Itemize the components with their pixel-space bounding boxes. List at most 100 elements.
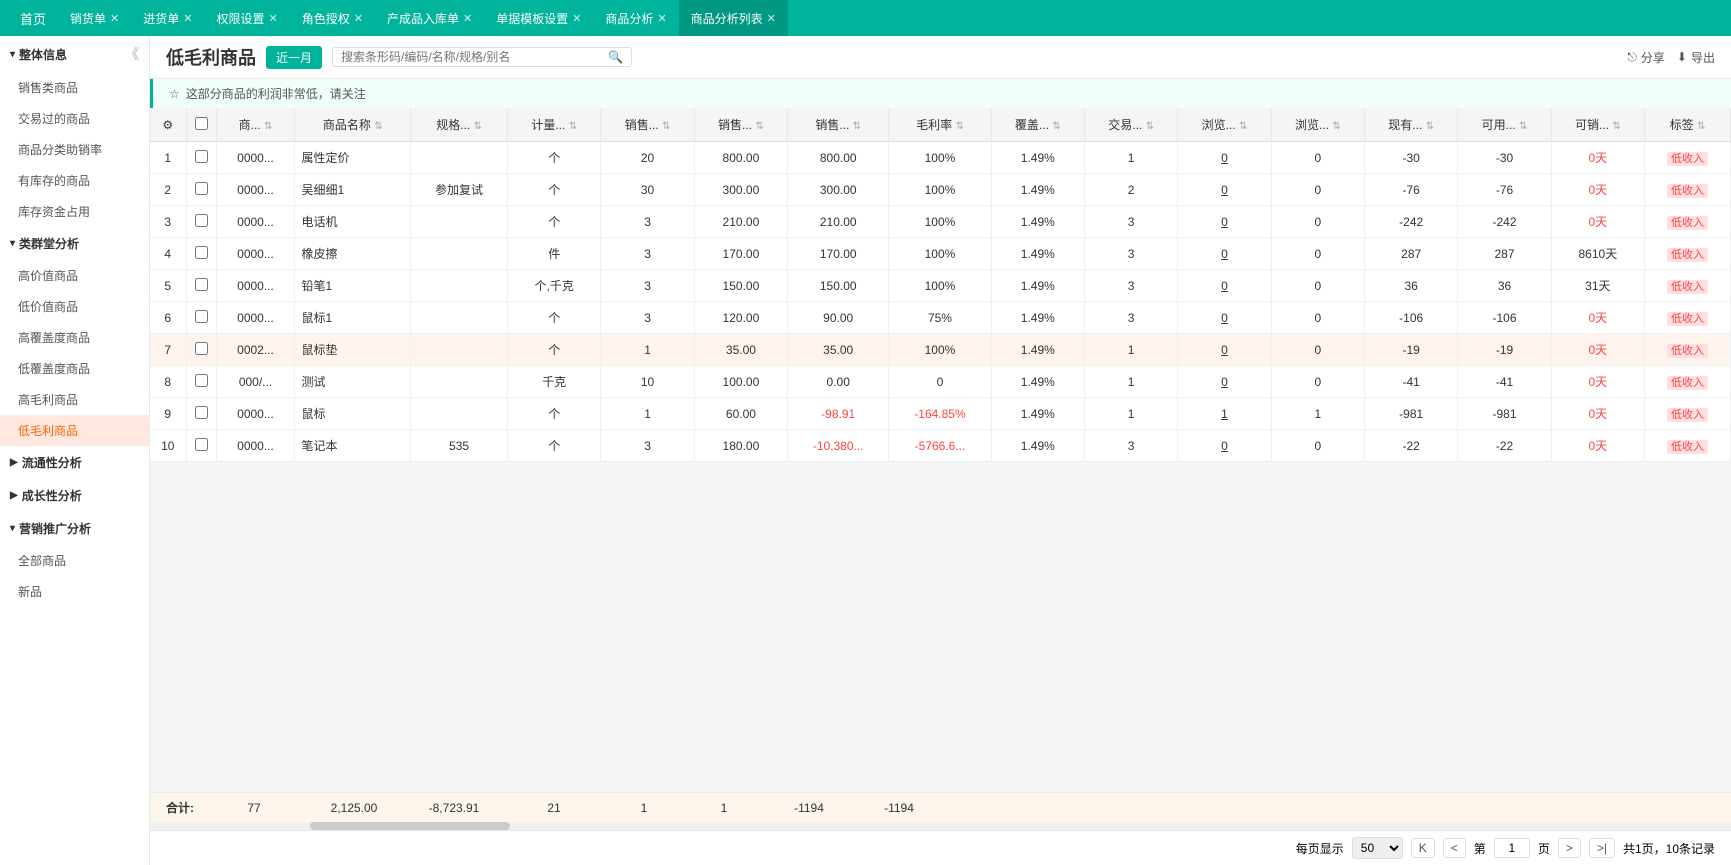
row-checkbox[interactable] [186, 238, 216, 270]
col-sale-amount[interactable]: 销售... ⇅ [694, 108, 787, 142]
nav-close-purchase[interactable]: ✕ [183, 12, 192, 25]
expand-arrow-marketing: ▾ [10, 523, 15, 534]
row-checkbox[interactable] [186, 430, 216, 462]
first-page-button[interactable]: K [1411, 838, 1435, 858]
next-page-button[interactable]: > [1558, 838, 1581, 858]
row-name: 电话机 [295, 206, 411, 238]
col-unit[interactable]: 计量... ⇅ [508, 108, 601, 142]
sidebar-item-high-value[interactable]: 高价值商品 [0, 260, 149, 291]
col-gross-margin[interactable]: 毛利率 ⇅ [889, 108, 991, 142]
nav-role[interactable]: 角色授权 ✕ [290, 0, 375, 36]
sidebar-group-cluster[interactable]: ▾ 类群堂分析 [0, 227, 149, 260]
nav-close-role[interactable]: ✕ [354, 12, 363, 25]
row-checkbox[interactable] [186, 270, 216, 302]
row-current-stock: -981 [1365, 398, 1458, 430]
row-spec: 535 [411, 430, 508, 462]
page-size-select[interactable]: 50 100 200 [1352, 837, 1403, 859]
search-icon[interactable]: 🔍 [608, 50, 623, 64]
nav-close-permission[interactable]: ✕ [269, 12, 278, 25]
col-view1[interactable]: 浏览... ⇅ [1178, 108, 1271, 142]
nav-close-template[interactable]: ✕ [572, 12, 581, 25]
row-view2: 1 [1271, 398, 1364, 430]
nav-product-list[interactable]: 商品分析列表 ✕ [679, 0, 788, 36]
sidebar-item-high-margin[interactable]: 高毛利商品 [0, 384, 149, 415]
row-view1[interactable]: 0 [1178, 366, 1271, 398]
col-sale-count[interactable]: 销售... ⇅ [601, 108, 694, 142]
col-coverage[interactable]: 覆盖... ⇅ [991, 108, 1084, 142]
col-sellable[interactable]: 可销... ⇅ [1551, 108, 1644, 142]
col-available[interactable]: 可用... ⇅ [1458, 108, 1551, 142]
row-view1[interactable]: 1 [1178, 398, 1271, 430]
nav-template[interactable]: 单据模板设置 ✕ [484, 0, 593, 36]
nav-permission[interactable]: 权限设置 ✕ [204, 0, 289, 36]
row-checkbox[interactable] [186, 302, 216, 334]
last-page-button[interactable]: >| [1589, 838, 1615, 858]
col-name[interactable]: 商品名称 ⇅ [295, 108, 411, 142]
col-current-stock[interactable]: 现有... ⇅ [1365, 108, 1458, 142]
row-view1[interactable]: 0 [1178, 430, 1271, 462]
row-checkbox[interactable] [186, 142, 216, 174]
sidebar-item-inventory-fund[interactable]: 库存资金占用 [0, 196, 149, 227]
nav-close-sales[interactable]: ✕ [110, 12, 119, 25]
sidebar-group-circulation[interactable]: ▶ 流通性分析 [0, 446, 149, 479]
sidebar-item-category-rate[interactable]: 商品分类助销率 [0, 134, 149, 165]
col-code[interactable]: 商... ⇅ [216, 108, 295, 142]
row-view1[interactable]: 0 [1178, 238, 1271, 270]
col-tag[interactable]: 标签 ⇅ [1645, 108, 1731, 142]
horizontal-scrollbar[interactable] [150, 822, 1731, 830]
sidebar-item-sales-products[interactable]: 销售类商品 [0, 72, 149, 103]
row-name: 吴细细1 [295, 174, 411, 206]
col-checkbox[interactable] [186, 108, 216, 142]
row-checkbox[interactable] [186, 334, 216, 366]
share-button[interactable]: ⎋ 分享 [1627, 49, 1665, 66]
search-input[interactable] [341, 50, 608, 64]
nav-close-product-list[interactable]: ✕ [767, 12, 776, 25]
sidebar-item-low-value[interactable]: 低价值商品 [0, 291, 149, 322]
nav-sales[interactable]: 销货单 ✕ [58, 0, 131, 36]
footer-sale-amount: 2,125.00 [314, 801, 394, 815]
filter-recent-month-button[interactable]: 近一月 [266, 46, 322, 69]
row-view1[interactable]: 0 [1178, 206, 1271, 238]
row-view1[interactable]: 0 [1178, 302, 1271, 334]
row-tag: 低收入 [1645, 302, 1731, 334]
row-view1[interactable]: 0 [1178, 142, 1271, 174]
sidebar-item-traded-products[interactable]: 交易过的商品 [0, 103, 149, 134]
nav-product-entry[interactable]: 产成品入库单 ✕ [375, 0, 484, 36]
nav-close-product-analysis[interactable]: ✕ [657, 12, 666, 25]
sidebar-group-growth[interactable]: ▶ 成长性分析 [0, 479, 149, 512]
nav-purchase[interactable]: 进货单 ✕ [131, 0, 204, 36]
footer-view2: 1 [694, 801, 754, 815]
row-view1[interactable]: 0 [1178, 174, 1271, 206]
col-settings[interactable]: ⚙ [150, 108, 186, 142]
sidebar-item-in-stock[interactable]: 有库存的商品 [0, 165, 149, 196]
row-checkbox[interactable] [186, 366, 216, 398]
col-spec[interactable]: 规格... ⇅ [411, 108, 508, 142]
sidebar-item-low-coverage[interactable]: 低覆盖度商品 [0, 353, 149, 384]
row-checkbox[interactable] [186, 206, 216, 238]
collapse-icon[interactable]: 《 [125, 44, 139, 64]
sidebar-item-all-products[interactable]: 全部商品 [0, 545, 149, 576]
col-sale-profit[interactable]: 销售... ⇅ [788, 108, 889, 142]
sidebar-group-overall[interactable]: ▾ 整体信息 《 [0, 36, 149, 72]
table-container: ⚙ 商... ⇅ 商品名称 ⇅ 规格... ⇅ 计量... ⇅ 销售... ⇅ … [150, 108, 1731, 792]
row-sale-count: 3 [601, 430, 694, 462]
col-view2[interactable]: 浏览... ⇅ [1271, 108, 1364, 142]
sidebar-group-marketing[interactable]: ▾ 营销推广分析 [0, 512, 149, 545]
sidebar-item-new-products[interactable]: 新品 [0, 576, 149, 607]
row-view1[interactable]: 0 [1178, 334, 1271, 366]
row-checkbox[interactable] [186, 398, 216, 430]
nav-product-analysis[interactable]: 商品分析 ✕ [593, 0, 678, 36]
row-checkbox[interactable] [186, 174, 216, 206]
nav-close-product-entry[interactable]: ✕ [463, 12, 472, 25]
export-button[interactable]: ⬇ 导出 [1677, 49, 1715, 66]
col-trade-count[interactable]: 交易... ⇅ [1084, 108, 1177, 142]
sidebar-item-high-coverage[interactable]: 高覆盖度商品 [0, 322, 149, 353]
row-view1[interactable]: 0 [1178, 270, 1271, 302]
select-all-checkbox[interactable] [195, 117, 208, 130]
sidebar-item-low-margin[interactable]: 低毛利商品 [0, 415, 149, 446]
row-available: -30 [1458, 142, 1551, 174]
nav-home[interactable]: 首页 [8, 0, 58, 36]
page-number-input[interactable] [1494, 838, 1530, 858]
prev-page-button[interactable]: < [1443, 838, 1466, 858]
scrollbar-thumb[interactable] [310, 822, 510, 830]
